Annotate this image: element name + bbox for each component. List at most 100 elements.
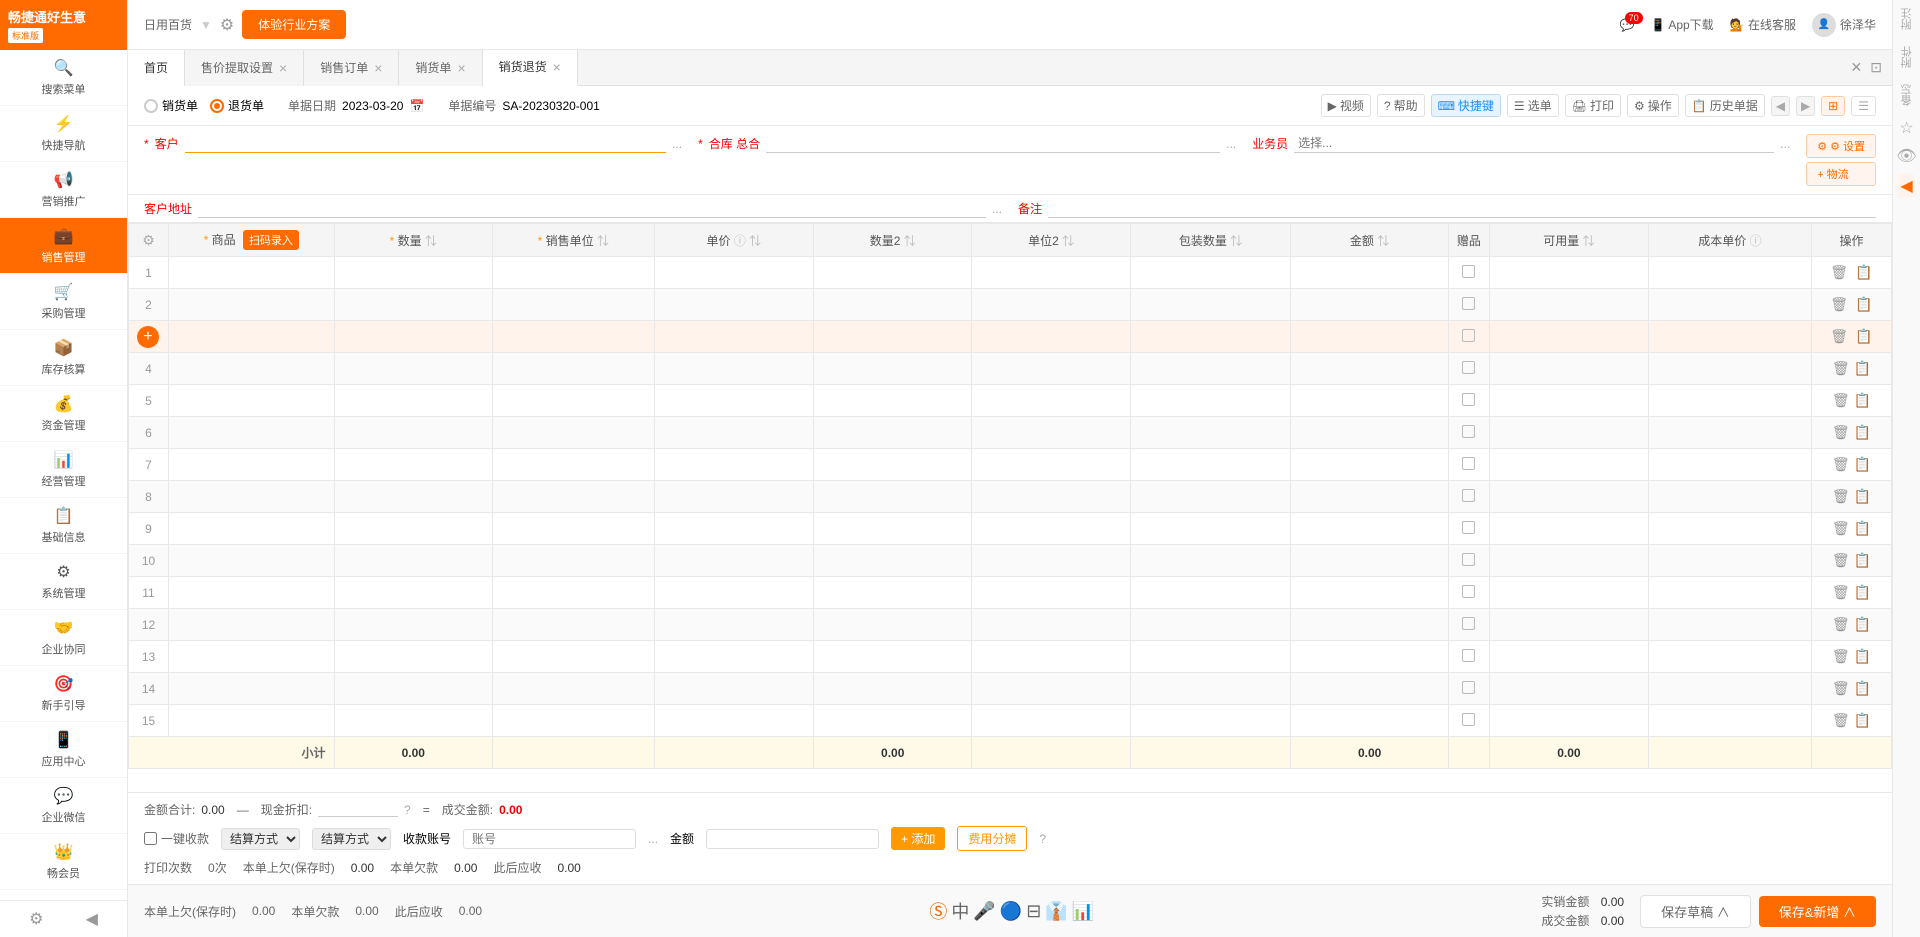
add-row-btn[interactable]: + (137, 326, 159, 348)
select-btn[interactable]: ☰ 选单 (1507, 94, 1559, 117)
unit2-cell[interactable] (972, 289, 1130, 321)
topbar-settings-btn[interactable]: ⚙ (220, 15, 234, 35)
copy-row-btn[interactable]: 📋 (1855, 296, 1872, 312)
sidebar-item-basic[interactable]: 📋 基础信息 (0, 498, 127, 554)
amount-cell[interactable] (1291, 289, 1449, 321)
pkg-qty-cell[interactable] (1130, 289, 1291, 321)
delete-row-btn[interactable]: 🗑 (1830, 296, 1848, 312)
copy-row-btn[interactable]: 📋 (1854, 488, 1871, 504)
discount-help-icon[interactable]: ? (404, 803, 411, 817)
right-panel-star[interactable]: ☆ (1899, 118, 1913, 138)
save-new-btn[interactable]: 保存&新增 ∧ (1759, 896, 1876, 927)
sidebar-item-inventory[interactable]: 📦 库存核算 (0, 330, 127, 386)
tab-sale-delivery[interactable]: 销货单 × (399, 50, 482, 86)
tab-close-all-btn[interactable]: ✕ (1849, 57, 1865, 78)
delete-row-btn[interactable]: 🗑 (1830, 264, 1848, 280)
grid-view-btn[interactable]: ⊞ (1821, 96, 1845, 116)
tab-expand-btn[interactable]: ⊡ (1868, 57, 1884, 78)
sidebar-item-purchase[interactable]: 🛒 采购管理 (0, 274, 127, 330)
cost-price-cell[interactable] (1648, 257, 1811, 289)
copy-row-btn[interactable]: 📋 (1854, 552, 1871, 568)
product-input[interactable] (177, 298, 326, 312)
qty2-cell[interactable] (814, 289, 972, 321)
prev-order-btn[interactable]: ◀ (1771, 96, 1790, 116)
operate-btn[interactable]: ⚙ 操作 (1627, 94, 1679, 117)
note-input[interactable] (1048, 199, 1876, 218)
cost-price-cell[interactable] (1648, 289, 1811, 321)
close-sale-return-tab[interactable]: × (553, 59, 561, 75)
right-panel-monitor[interactable]: 👁 (1896, 146, 1916, 166)
right-panel-memo[interactable]: 备忘 (1895, 80, 1919, 110)
cost-price-input[interactable] (1657, 266, 1803, 280)
pkg-qty-cell[interactable] (1130, 257, 1291, 289)
exp-btn[interactable]: 体验行业方案 (242, 10, 346, 39)
online-service-btn[interactable]: 💁 在线客服 (1730, 16, 1796, 33)
split-help-icon[interactable]: ? (1039, 832, 1046, 846)
available-input[interactable] (1498, 266, 1640, 280)
print-btn[interactable]: 🖨 打印 (1565, 94, 1621, 117)
amount-cell[interactable] (1291, 257, 1449, 289)
sale-unit-cell[interactable] (493, 257, 655, 289)
user-info[interactable]: 👤 徐泽华 (1812, 13, 1876, 37)
qty2-input[interactable] (822, 266, 963, 280)
delete-row-btn[interactable]: 🗑 (1832, 488, 1850, 504)
qty2-cell-highlighted[interactable] (814, 321, 972, 353)
product-cell-highlighted[interactable] (169, 321, 335, 353)
sidebar-item-newbie[interactable]: 🎯 新手引导 (0, 666, 127, 722)
sale-unit-cell[interactable] (493, 289, 655, 321)
pkg-qty-cell-highlighted[interactable] (1130, 321, 1291, 353)
sidebar-item-app[interactable]: 📱 应用中心 (0, 722, 127, 778)
tab-home[interactable]: 首页 (128, 50, 185, 86)
product-input[interactable] (177, 266, 326, 280)
save-draft-btn[interactable]: 保存草稿 ∧ (1640, 895, 1751, 928)
copy-row-btn[interactable]: 📋 (1854, 712, 1871, 728)
copy-row-btn[interactable]: 📋 (1854, 360, 1871, 376)
available-cell-highlighted[interactable] (1489, 321, 1648, 353)
history-btn[interactable]: 📋 历史单据 (1685, 94, 1765, 117)
pkg-qty-input[interactable] (1139, 266, 1283, 280)
sidebar-item-finance[interactable]: 💰 资金管理 (0, 386, 127, 442)
form-logistics-btn[interactable]: + 物流 (1806, 162, 1876, 186)
account-input[interactable] (463, 829, 636, 849)
gift-checkbox[interactable] (1462, 297, 1475, 310)
close-sale-delivery-tab[interactable]: × (457, 60, 465, 76)
sidebar-item-sale[interactable]: 💼 销售管理 (0, 218, 127, 274)
calc-method-select[interactable]: 结算方式 (312, 828, 391, 850)
qty-input[interactable] (343, 266, 485, 280)
delete-row-btn[interactable]: 🗑 (1832, 392, 1850, 408)
unit-price-cell-highlighted[interactable] (654, 321, 813, 353)
customer-select-btn[interactable]: ... (672, 137, 682, 151)
sidebar-item-shortcut[interactable]: ⚡ 快捷导航 (0, 106, 127, 162)
copy-row-btn[interactable]: 📋 (1854, 456, 1871, 472)
sidebar-collapse-btn[interactable]: ◀ (86, 909, 98, 929)
gift-cell[interactable] (1448, 289, 1489, 321)
fee-split-btn[interactable]: 费用分摊 (957, 826, 1027, 851)
delete-row-btn[interactable]: 🗑 (1832, 712, 1850, 728)
sale-unit-input[interactable] (501, 266, 646, 280)
quick-key-btn[interactable]: ⌨ 快捷键 (1431, 94, 1501, 117)
copy-row-btn[interactable]: 📋 (1854, 520, 1871, 536)
sidebar-item-operation[interactable]: 📊 经营管理 (0, 442, 127, 498)
right-panel-expand[interactable]: ◀ (1898, 174, 1914, 198)
gift-checkbox-add[interactable] (1462, 329, 1475, 342)
one-key-checkbox[interactable] (144, 832, 157, 845)
scan-btn[interactable]: 扫码录入 (243, 230, 299, 250)
delete-row-btn[interactable]: 🗑 (1832, 360, 1850, 376)
unit2-cell[interactable] (972, 257, 1130, 289)
app-download-btn[interactable]: 📱 App下载 (1651, 16, 1714, 33)
salesperson-input[interactable] (1294, 134, 1774, 153)
product-input-add[interactable] (177, 330, 326, 344)
sidebar-item-system[interactable]: ⚙ 系统管理 (0, 554, 127, 610)
copy-row-btn-add[interactable]: 📋 (1855, 328, 1872, 344)
delete-row-btn[interactable]: 🗑 (1832, 680, 1850, 696)
gift-checkbox[interactable] (1462, 265, 1475, 278)
delete-row-btn[interactable]: 🗑 (1832, 648, 1850, 664)
unit2-input[interactable] (980, 266, 1121, 280)
unit-price-cell[interactable] (654, 257, 813, 289)
help-btn[interactable]: ? 帮助 (1377, 94, 1425, 117)
delete-row-btn[interactable]: 🗑 (1832, 424, 1850, 440)
gift-cell-highlighted[interactable] (1448, 321, 1489, 353)
amount-footer-input[interactable] (706, 829, 879, 849)
radio-sale-order[interactable]: 销货单 (144, 97, 198, 114)
copy-row-btn[interactable]: 📋 (1854, 584, 1871, 600)
